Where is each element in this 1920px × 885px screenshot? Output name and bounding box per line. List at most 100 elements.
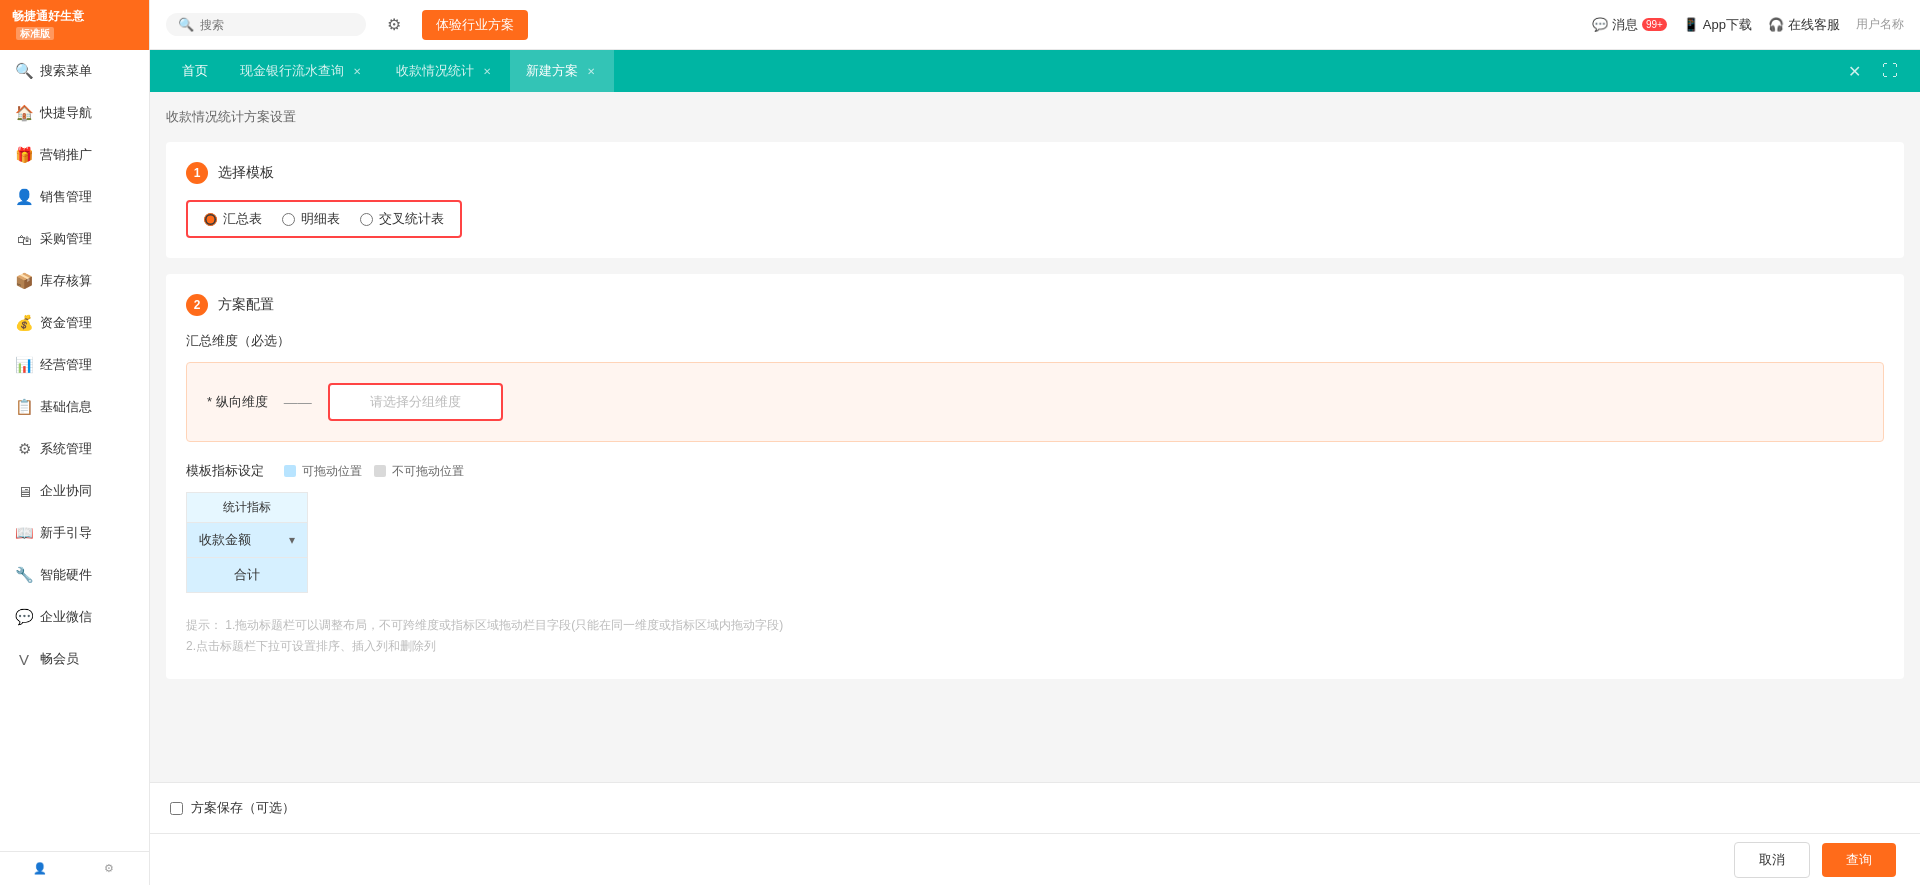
sidebar-footer-user[interactable]: 👤 bbox=[10, 862, 71, 875]
sidebar-item-guide[interactable]: 📖新手引导 bbox=[0, 512, 149, 554]
sidebar-item-inventory[interactable]: 📦 库存核算 bbox=[0, 260, 149, 302]
tabbar-right: ✕ ⛶ bbox=[1840, 57, 1904, 85]
query-button[interactable]: 查询 bbox=[1822, 843, 1896, 877]
sidebar-item-wechat[interactable]: 💬企业微信 bbox=[0, 596, 149, 638]
sidebar-label-inventory: 库存核算 bbox=[40, 272, 92, 290]
radio-summary-label[interactable]: 汇总表 bbox=[223, 210, 262, 228]
radio-summary[interactable]: 汇总表 bbox=[204, 210, 262, 228]
metrics-cell-dropdown-icon[interactable]: ▾ bbox=[289, 533, 295, 547]
sidebar-label-search: 搜索菜单 bbox=[40, 62, 92, 80]
step1-title: 选择模板 bbox=[218, 164, 274, 182]
tab-close-bank[interactable]: ✕ bbox=[350, 64, 364, 78]
tab-expand-icon[interactable]: ⛶ bbox=[1876, 57, 1904, 85]
version-badge: 标准版 bbox=[16, 27, 54, 40]
sidebar-icon-sales: 👤 bbox=[16, 189, 32, 205]
topbar-right: 💬 消息 99+ 📱 App下载 🎧 在线客服 用户名称 bbox=[1592, 16, 1904, 34]
sidebar-label-member: 畅会员 bbox=[40, 650, 79, 668]
step1-num: 1 bbox=[186, 162, 208, 184]
logo-text: 畅捷通好生意 bbox=[12, 9, 84, 23]
sidebar-label-sales: 销售管理 bbox=[40, 188, 92, 206]
save-row: 方案保存（可选） bbox=[150, 782, 1920, 833]
sidebar-item-purchase[interactable]: 🛍 采购管理 bbox=[0, 218, 149, 260]
sidebar-label-guide: 新手引导 bbox=[40, 524, 92, 542]
save-checkbox[interactable] bbox=[170, 802, 183, 815]
main-content: 🔍 ⚙ 体验行业方案 💬 消息 99+ 📱 App下载 🎧 在线客服 用户名称 … bbox=[150, 0, 1920, 885]
metrics-table: 统计指标 收款金额 ▾ 合计 bbox=[186, 492, 308, 593]
sidebar-icon-system: ⚙ bbox=[16, 441, 32, 457]
tip-item-2: 2.点击标题栏下拉可设置排序、插入列和删除列 bbox=[186, 638, 1884, 655]
sidebar-footer-settings[interactable]: ⚙ bbox=[79, 862, 140, 875]
radio-cross-input[interactable] bbox=[360, 213, 373, 226]
tab-close-all-icon[interactable]: ✕ bbox=[1840, 57, 1868, 85]
tab-close-collection[interactable]: ✕ bbox=[480, 64, 494, 78]
sidebar-label-hardware: 智能硬件 bbox=[40, 566, 92, 584]
dimension-row: * 纵向维度 —— 请选择分组维度 bbox=[207, 383, 1863, 421]
sidebar-item-basic[interactable]: 📋基础信息 bbox=[0, 386, 149, 428]
message-item[interactable]: 💬 消息 99+ bbox=[1592, 16, 1667, 34]
service-item[interactable]: 🎧 在线客服 bbox=[1768, 16, 1840, 34]
legend-movable: 可拖动位置 bbox=[284, 463, 362, 480]
settings-icon[interactable]: ⚙ bbox=[378, 9, 410, 41]
metrics-total-row: 合计 bbox=[187, 558, 307, 592]
topbar-search-box: 🔍 bbox=[166, 13, 366, 36]
tab-new_plan[interactable]: 新建方案✕ bbox=[510, 50, 614, 92]
trial-button[interactable]: 体验行业方案 bbox=[422, 10, 528, 40]
sidebar-icon-search: 🔍 bbox=[16, 63, 32, 79]
legend-fixed-label: 不可拖动位置 bbox=[392, 463, 464, 480]
sidebar-item-enterprise[interactable]: 🖥企业协同 bbox=[0, 470, 149, 512]
sidebar-item-quicknav[interactable]: 🏠快捷导航 bbox=[0, 92, 149, 134]
sidebar-icon-marketing: 🎁 bbox=[16, 147, 32, 163]
step2-num: 2 bbox=[186, 294, 208, 316]
sidebar-icon-quicknav: 🏠 bbox=[16, 105, 32, 121]
download-item[interactable]: 📱 App下载 bbox=[1683, 16, 1752, 34]
radio-detail-input[interactable] bbox=[282, 213, 295, 226]
sidebar-icon-basic: 📋 bbox=[16, 399, 32, 415]
legend-fixed-dot bbox=[374, 465, 386, 477]
tab-home[interactable]: 首页 bbox=[166, 50, 224, 92]
sidebar-label-funds: 资金管理 bbox=[40, 314, 92, 332]
step2-title: 方案配置 bbox=[218, 296, 274, 314]
sidebar-icon-inventory: 📦 bbox=[16, 273, 32, 289]
sidebar-item-search[interactable]: 🔍 搜索菜单 bbox=[0, 50, 149, 92]
sidebar-label-system: 系统管理 bbox=[40, 440, 92, 458]
dimension-area: * 纵向维度 —— 请选择分组维度 bbox=[186, 362, 1884, 442]
search-input[interactable] bbox=[200, 18, 330, 32]
radio-detail[interactable]: 明细表 bbox=[282, 210, 340, 228]
step1-header: 1 选择模板 bbox=[186, 162, 1884, 184]
sidebar-item-sales[interactable]: 👤 销售管理 bbox=[0, 176, 149, 218]
tab-bank[interactable]: 现金银行流水查询 ✕ bbox=[224, 50, 380, 92]
radio-cross-label[interactable]: 交叉统计表 bbox=[379, 210, 444, 228]
radio-cross[interactable]: 交叉统计表 bbox=[360, 210, 444, 228]
tab-collection[interactable]: 收款情况统计 ✕ bbox=[380, 50, 510, 92]
sidebar-item-hardware[interactable]: 🔧智能硬件 bbox=[0, 554, 149, 596]
sidebar-icon-purchase: 🛍 bbox=[16, 231, 32, 247]
sidebar-item-funds[interactable]: 💰 资金管理 bbox=[0, 302, 149, 344]
metrics-table-header: 统计指标 bbox=[187, 493, 307, 523]
tab-close-new_plan[interactable]: ✕ bbox=[584, 64, 598, 78]
cancel-button[interactable]: 取消 bbox=[1734, 842, 1810, 878]
save-label[interactable]: 方案保存（可选） bbox=[191, 799, 295, 817]
step2-header: 2 方案配置 bbox=[186, 294, 1884, 316]
dimension-select[interactable]: 请选择分组维度 bbox=[328, 383, 503, 421]
sidebar-item-marketing[interactable]: 🎁 营销推广 bbox=[0, 134, 149, 176]
sidebar-icon-operations: 📊 bbox=[16, 357, 32, 373]
step2-card: 2 方案配置 汇总维度（必选） * 纵向维度 —— 请选择分组维度 模板指标设定 bbox=[166, 274, 1904, 679]
sidebar-icon-funds: 💰 bbox=[16, 315, 32, 331]
radio-detail-label[interactable]: 明细表 bbox=[301, 210, 340, 228]
sidebar-label-purchase: 采购管理 bbox=[40, 230, 92, 248]
message-label: 消息 bbox=[1612, 16, 1638, 34]
tip-item-1: 提示： 1.拖动标题栏可以调整布局，不可跨维度或指标区域拖动栏目字段(只能在同一… bbox=[186, 617, 1884, 634]
dimension-arrow-icon: —— bbox=[284, 394, 312, 410]
radio-summary-input[interactable] bbox=[204, 213, 217, 226]
sidebar-icon-enterprise: 🖥 bbox=[16, 483, 32, 499]
metrics-cell-amount[interactable]: 收款金额 ▾ bbox=[187, 523, 307, 558]
sidebar-label-wechat: 企业微信 bbox=[40, 608, 92, 626]
sidebar-logo: 畅捷通好生意 标准版 bbox=[0, 0, 149, 50]
sidebar-item-system[interactable]: ⚙ 系统管理 bbox=[0, 428, 149, 470]
sidebar-item-member[interactable]: V畅会员 bbox=[0, 638, 149, 680]
search-icon: 🔍 bbox=[178, 17, 194, 32]
sidebar-item-operations[interactable]: 📊经营管理 bbox=[0, 344, 149, 386]
tab-label-collection: 收款情况统计 bbox=[396, 62, 474, 80]
sidebar-label-marketing: 营销推广 bbox=[40, 146, 92, 164]
tab-label-bank: 现金银行流水查询 bbox=[240, 62, 344, 80]
